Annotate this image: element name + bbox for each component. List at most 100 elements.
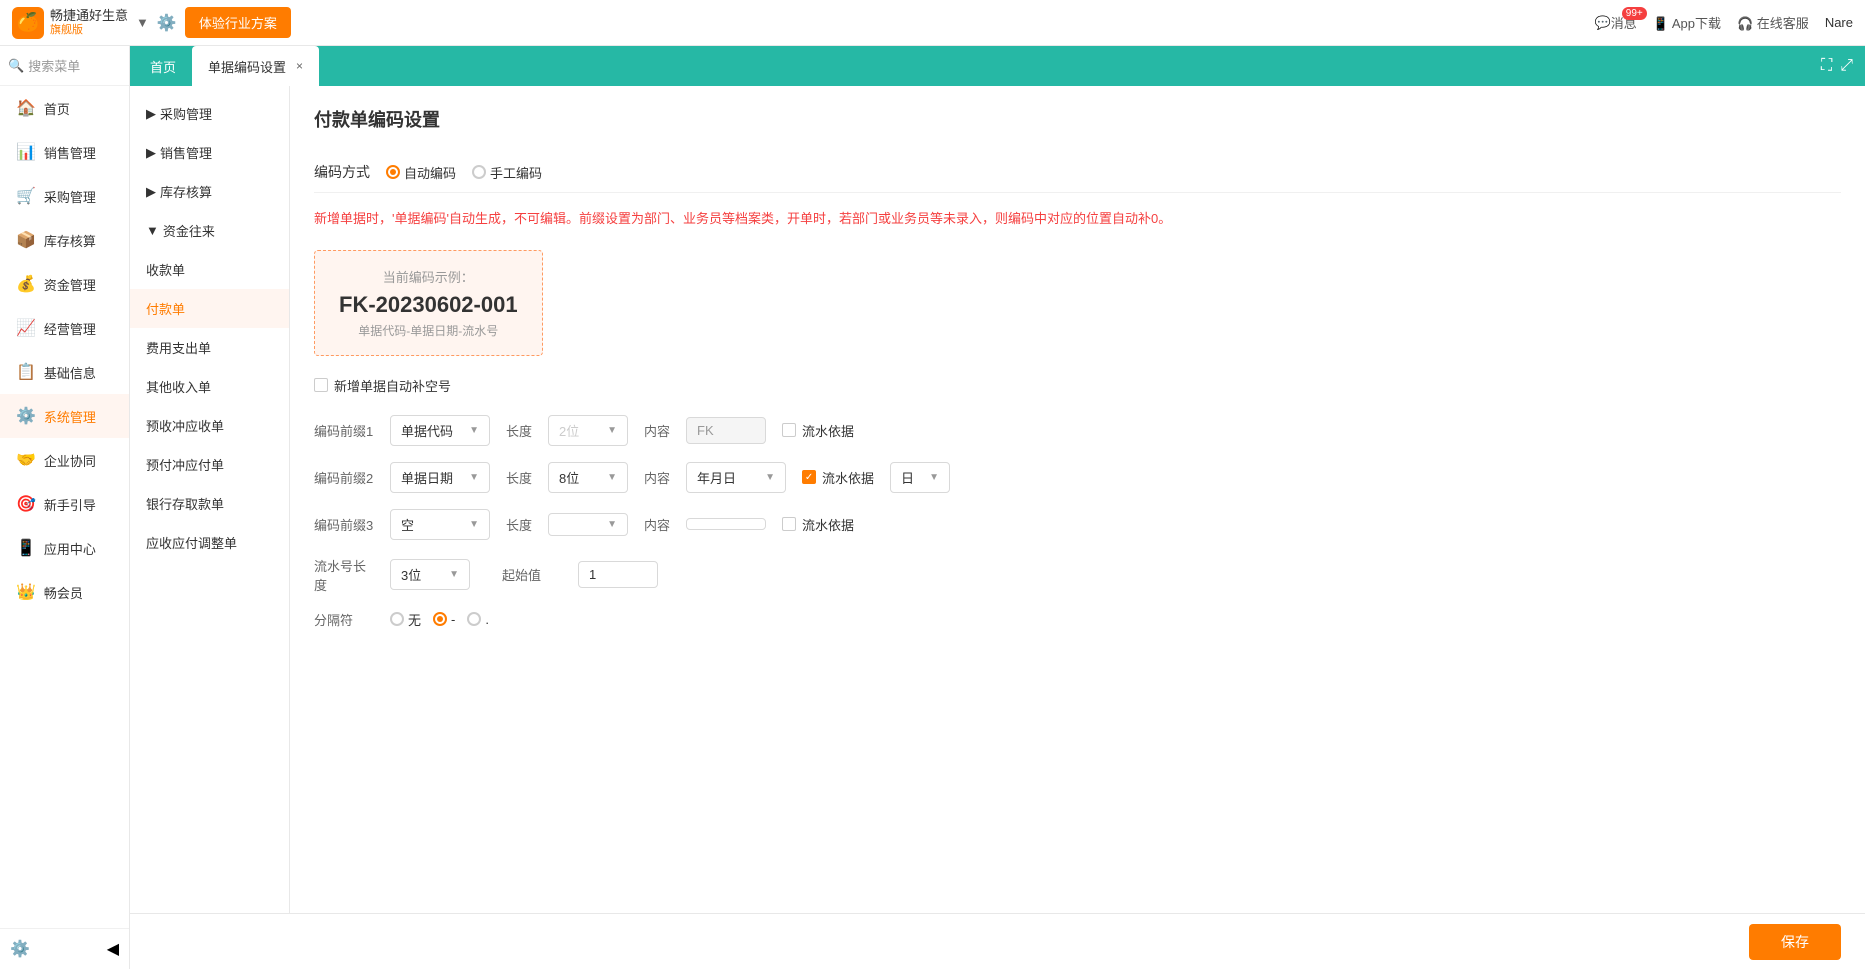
config-row-1: 编码前缀1 单据代码 ▼ 长度 2位 ▼ 内容 FK <box>314 415 1841 446</box>
sidebar-item-member[interactable]: 👑 畅会员 <box>0 570 129 614</box>
prepaid-pay-label: 预付冲应付单 <box>146 455 224 474</box>
sub-menu-purchase[interactable]: ▶ 采购管理 <box>130 94 289 133</box>
sidebar-item-label: 基础信息 <box>44 363 96 382</box>
username[interactable]: Nare <box>1825 15 1853 30</box>
serial-length-value: 3位 <box>401 565 421 584</box>
length2-select[interactable]: 8位 ▼ <box>548 462 628 493</box>
sub-menu-receipt[interactable]: 收款单 <box>130 250 289 289</box>
sep-none[interactable]: 无 <box>390 610 421 629</box>
apps-icon: 📱 <box>16 538 36 558</box>
collapse-icon[interactable]: ◀ <box>107 939 119 959</box>
app-download-label: App下载 <box>1672 16 1721 31</box>
sub-menu-capital[interactable]: ▼ 资金往来 <box>130 211 289 250</box>
serial2-checkbox[interactable]: ✓ <box>802 470 816 484</box>
system-icon: ⚙️ <box>16 406 36 426</box>
sidebar-item-finance[interactable]: 💰 资金管理 <box>0 262 129 306</box>
length1-select[interactable]: 2位 ▼ <box>548 415 628 446</box>
home-icon: 🏠 <box>16 98 36 118</box>
prefix1-select[interactable]: 单据代码 ▼ <box>390 415 490 446</box>
sidebar-item-sales[interactable]: 📊 销售管理 <box>0 130 129 174</box>
tab-close-icon[interactable]: × <box>296 59 303 73</box>
content2-value: 年月日 <box>697 468 736 487</box>
serial-length-select[interactable]: 3位 ▼ <box>390 559 470 590</box>
sidebar-item-system[interactable]: ⚙️ 系统管理 <box>0 394 129 438</box>
operations-icon: 📈 <box>16 318 36 338</box>
start-value-label: 起始值 <box>502 565 562 584</box>
sub-menu-inventory[interactable]: ▶ 库存核算 <box>130 172 289 211</box>
sidebar-item-operations[interactable]: 📈 经营管理 <box>0 306 129 350</box>
message-icon: 💬 <box>1595 15 1611 31</box>
sep-dot-radio <box>467 612 481 626</box>
auto-encoding-option[interactable]: 自动编码 <box>386 163 456 182</box>
tab-home-label: 首页 <box>150 57 176 76</box>
hint-text: 新增单据时，'单据编码'自动生成，不可编辑。前缀设置为部门、业务员等档案类，开单… <box>314 209 1841 230</box>
preview-code: FK-20230602-001 <box>339 292 518 318</box>
app-download[interactable]: 📱 App下载 <box>1653 13 1721 32</box>
sub-menu-payment[interactable]: 付款单 <box>130 289 289 328</box>
gear-icon[interactable]: ⚙️ <box>157 13 177 33</box>
serial3-checkbox[interactable] <box>782 517 796 531</box>
length3-select[interactable]: ▼ <box>548 513 628 536</box>
sidebar-search[interactable]: 🔍 搜索菜单 <box>0 46 129 86</box>
sub-menu-prepaid-pay[interactable]: 预付冲应付单 <box>130 445 289 484</box>
content1-value: FK <box>697 423 714 438</box>
prefix2-select[interactable]: 单据日期 ▼ <box>390 462 490 493</box>
content2-label: 内容 <box>644 468 670 487</box>
preview-desc: 单据代码-单据日期-流水号 <box>339 322 518 339</box>
start-value-input[interactable]: 1 <box>578 561 658 588</box>
tab-current[interactable]: 单据编码设置 × <box>192 46 319 86</box>
content-area: 首页 单据编码设置 × ⛶ ⤢ ▶ 采购管理 ▶ <box>130 46 1865 969</box>
length3-arrow: ▼ <box>607 519 617 530</box>
sub-menu-bank[interactable]: 银行存取款单 <box>130 484 289 523</box>
day-arrow: ▼ <box>929 472 939 483</box>
sep-dash[interactable]: - <box>433 612 455 627</box>
sep-dot[interactable]: . <box>467 612 489 627</box>
sidebar-item-apps[interactable]: 📱 应用中心 <box>0 526 129 570</box>
sub-menu-label: 采购管理 <box>160 104 212 123</box>
experience-button[interactable]: 体验行业方案 <box>185 7 291 38</box>
manual-encoding-option[interactable]: 手工编码 <box>472 163 542 182</box>
sub-menu-label: 资金往来 <box>163 221 215 240</box>
search-icon: 🔍 <box>8 58 24 74</box>
prefix3-label: 编码前缀3 <box>314 515 374 534</box>
settings-icon[interactable]: ⚙️ <box>10 939 30 959</box>
sub-menu-expense[interactable]: 费用支出单 <box>130 328 289 367</box>
serial1-checkbox[interactable] <box>782 423 796 437</box>
sep-none-radio <box>390 612 404 626</box>
sidebar-item-inventory[interactable]: 📦 库存核算 <box>0 218 129 262</box>
prefix3-select[interactable]: 空 ▼ <box>390 509 490 540</box>
sub-menu-sales[interactable]: ▶ 销售管理 <box>130 133 289 172</box>
sidebar-item-label: 系统管理 <box>44 407 96 426</box>
auto-encoding-label: 自动编码 <box>404 163 456 182</box>
online-service[interactable]: 🎧 在线客服 <box>1737 13 1809 32</box>
sidebar-item-label: 新手引导 <box>44 495 96 514</box>
sidebar-item-purchase[interactable]: 🛒 采购管理 <box>0 174 129 218</box>
message-count: 99+ <box>1622 7 1647 20</box>
tab-fullscreen-icon[interactable]: ⤢ <box>1840 57 1853 75</box>
adjustment-label: 应收应付调整单 <box>146 533 237 552</box>
sidebar-item-label: 库存核算 <box>44 231 96 250</box>
tab-home[interactable]: 首页 <box>134 46 192 86</box>
sub-menu-prepaid-recv[interactable]: 预收冲应收单 <box>130 406 289 445</box>
length1-value: 2位 <box>559 421 579 440</box>
content2-select[interactable]: 年月日 ▼ <box>686 462 786 493</box>
content2-arrow: ▼ <box>765 472 775 483</box>
prefix2-arrow: ▼ <box>469 472 479 483</box>
sidebar-item-guide[interactable]: 🎯 新手引导 <box>0 482 129 526</box>
sub-menu-adjustment[interactable]: 应收应付调整单 <box>130 523 289 562</box>
auto-fill-checkbox[interactable] <box>314 378 328 392</box>
header-dropdown[interactable]: ▼ <box>136 15 149 30</box>
sidebar-item-label: 畅会员 <box>44 583 83 602</box>
serial2-checkbox-wrap: ✓ 流水依据 <box>802 468 874 487</box>
sidebar-item-corp[interactable]: 🤝 企业协同 <box>0 438 129 482</box>
prefix2-value: 单据日期 <box>401 468 453 487</box>
brand-name: 畅捷通好生意 <box>50 8 128 24</box>
sidebar-item-home[interactable]: 🏠 首页 <box>0 86 129 130</box>
day-select[interactable]: 日 ▼ <box>890 462 950 493</box>
tab-expand-icon[interactable]: ⛶ <box>1821 57 1832 75</box>
sidebar-item-base[interactable]: 📋 基础信息 <box>0 350 129 394</box>
message-badge-wrap[interactable]: 💬 消息 99+ <box>1595 13 1637 32</box>
save-button[interactable]: 保存 <box>1749 924 1841 960</box>
top-header: 🍊 畅捷通好生意 旗舰版 ▼ ⚙️ 体验行业方案 💬 消息 99+ 📱 App下… <box>0 0 1865 46</box>
sub-menu-other-income[interactable]: 其他收入单 <box>130 367 289 406</box>
